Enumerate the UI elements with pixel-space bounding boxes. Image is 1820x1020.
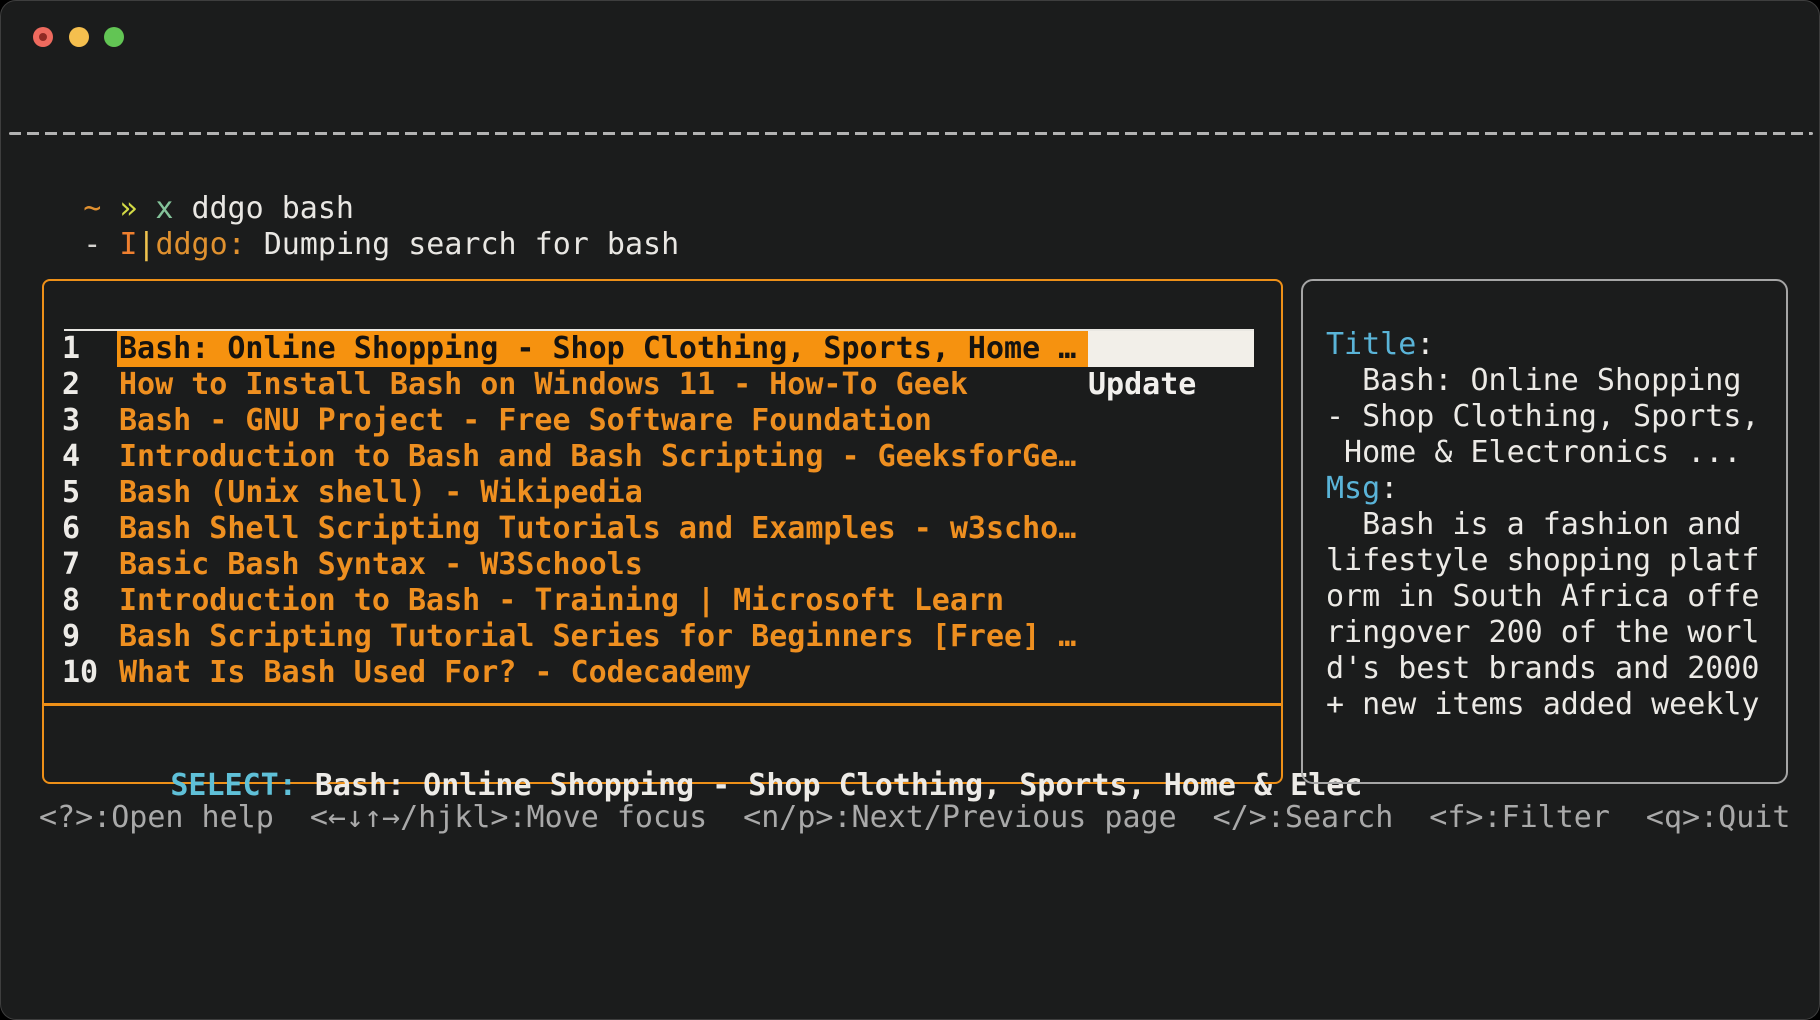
- log-dash: -: [83, 227, 102, 262]
- result-title: Bash: Online Shopping - Shop Clothing, S…: [119, 331, 1077, 366]
- row-number: 6: [62, 511, 81, 546]
- log-line: - I|ddgo: Dumping search for bash: [11, 191, 679, 262]
- detail-line: Bash is a fashion and: [1326, 507, 1786, 543]
- result-title: Basic Bash Syntax - W3Schools: [119, 547, 643, 582]
- result-title: Bash (Unix shell) - Wikipedia: [119, 475, 643, 510]
- detail-text: Bash: Online Shopping: [1326, 363, 1742, 398]
- table-row[interactable]: 8 Introduction to Bash - Training | Micro…: [44, 583, 1281, 619]
- table-row[interactable]: 2 How to Install Bash on Windows 11 - How…: [44, 367, 1281, 403]
- detail-line: Msg:: [1326, 471, 1786, 507]
- detail-line: orm in South Africa offe: [1326, 579, 1786, 615]
- results-panel: Title Update 1 Bash: Online Shopping - Sh…: [42, 279, 1362, 803]
- select-value: Bash: Online Shopping - Shop Clothing, S…: [314, 768, 1363, 803]
- table-row[interactable]: 1 Bash: Online Shopping - Shop Clothing, …: [44, 331, 1281, 367]
- detail-line: - Shop Clothing, Sports,: [1326, 399, 1786, 435]
- detail-text: :: [1416, 327, 1435, 362]
- detail-text: Home & Electronics ...: [1326, 435, 1742, 470]
- terminal-window: ~» x ddgo bash - I|ddgo: Dumping search for …: [0, 0, 1820, 1020]
- table-row[interactable]: 6 Bash Shell Scripting Tutorials and Exam…: [44, 511, 1281, 547]
- detail-line: lifestyle shopping platf: [1326, 543, 1786, 579]
- close-icon: [39, 33, 47, 41]
- result-title: Bash Shell Scripting Tutorials and Examp…: [119, 511, 1077, 546]
- result-title: How to Install Bash on Windows 11 - How-…: [119, 367, 968, 402]
- detail-text: orm in South Africa offe: [1326, 579, 1760, 614]
- detail-line: Home & Electronics ...: [1326, 435, 1786, 471]
- detail-line: ringover 200 of the worl: [1326, 615, 1786, 651]
- row-number: 1: [62, 331, 81, 366]
- result-title: What Is Bash Used For? - Codecademy: [119, 655, 752, 690]
- row-number: 7: [62, 547, 81, 582]
- update-cell: [1088, 331, 1254, 367]
- table-row[interactable]: 10 What Is Bash Used For? - Codecademy: [44, 655, 1281, 691]
- row-number: 4: [62, 439, 81, 474]
- field-key: Title: [1326, 327, 1417, 362]
- result-title: Introduction to Bash and Bash Scripting …: [119, 439, 1077, 474]
- help-item: <f>:Filter: [1429, 800, 1610, 835]
- select-divider: [44, 703, 1281, 706]
- detail-text: + new items added weekly: [1326, 687, 1760, 722]
- row-number: 2: [62, 367, 81, 402]
- log-pipe: |: [137, 227, 156, 262]
- results-rows: 1 Bash: Online Shopping - Shop Clothing, …: [44, 331, 1281, 691]
- detail-text: d's best brands and 2000: [1326, 651, 1760, 686]
- select-label: SELECT:: [170, 768, 297, 803]
- select-status-line: SELECT: Bash: Online Shopping - Shop Clot…: [62, 732, 1362, 803]
- field-key: Msg: [1326, 471, 1381, 506]
- row-number: 8: [62, 583, 81, 618]
- table-row[interactable]: 5 Bash (Unix shell) - Wikipedia: [44, 475, 1281, 511]
- result-title: Introduction to Bash - Training | Micros…: [119, 583, 1005, 618]
- shell-prompt-line: ~» x ddgo bash: [11, 155, 354, 226]
- minimize-button[interactable]: [69, 27, 89, 47]
- detail-text: - Shop Clothing, Sports,: [1326, 399, 1760, 434]
- help-bar: <?>:Open help <←↓↑→/hjkl>:Move focus <n/p>…: [39, 800, 1819, 836]
- detail-panel: Title: Bash: Online Shopping - Shop Cloth…: [1301, 279, 1788, 784]
- result-title: Bash Scripting Tutorial Series for Begin…: [119, 619, 1077, 654]
- detail-text: ringover 200 of the worl: [1326, 615, 1760, 650]
- help-item: <q>:Quit: [1645, 800, 1791, 835]
- prompt-separator: [9, 132, 1813, 135]
- help-item: </>:Search: [1212, 800, 1394, 835]
- close-button[interactable]: [33, 27, 53, 47]
- detail-lines: Title: Bash: Online Shopping - Shop Cloth…: [1326, 327, 1786, 723]
- row-number: 5: [62, 475, 81, 510]
- table-header: Title Update: [44, 295, 1281, 402]
- table-row[interactable]: 9 Bash Scripting Tutorial Series for Begi…: [44, 619, 1281, 655]
- detail-line: + new items added weekly: [1326, 687, 1786, 723]
- row-number: 9: [62, 619, 81, 654]
- zoom-button[interactable]: [104, 27, 124, 47]
- detail-text: :: [1380, 471, 1399, 506]
- table-row[interactable]: 3 Bash - GNU Project - Free Software Foun…: [44, 403, 1281, 439]
- table-row[interactable]: 4 Introduction to Bash and Bash Scripting…: [44, 439, 1281, 475]
- row-number: 3: [62, 403, 81, 438]
- detail-line: Bash: Online Shopping: [1326, 363, 1786, 399]
- detail-line: Title:: [1326, 327, 1786, 363]
- help-item: <?>:Open help: [39, 800, 274, 835]
- help-item: <←↓↑→/hjkl>:Move focus: [309, 800, 708, 835]
- row-number: 10: [62, 655, 99, 690]
- log-tag: ddgo:: [155, 227, 246, 262]
- help-item: <n/p>:Next/Previous page: [743, 800, 1177, 835]
- log-message: Dumping search for bash: [263, 227, 680, 262]
- detail-text: lifestyle shopping platf: [1326, 543, 1760, 578]
- table-row[interactable]: 7 Basic Bash Syntax - W3Schools: [44, 547, 1281, 583]
- result-title: Bash - GNU Project - Free Software Found…: [119, 403, 932, 438]
- detail-line: d's best brands and 2000: [1326, 651, 1786, 687]
- log-level: I: [119, 227, 138, 262]
- detail-text: Bash is a fashion and: [1326, 507, 1742, 542]
